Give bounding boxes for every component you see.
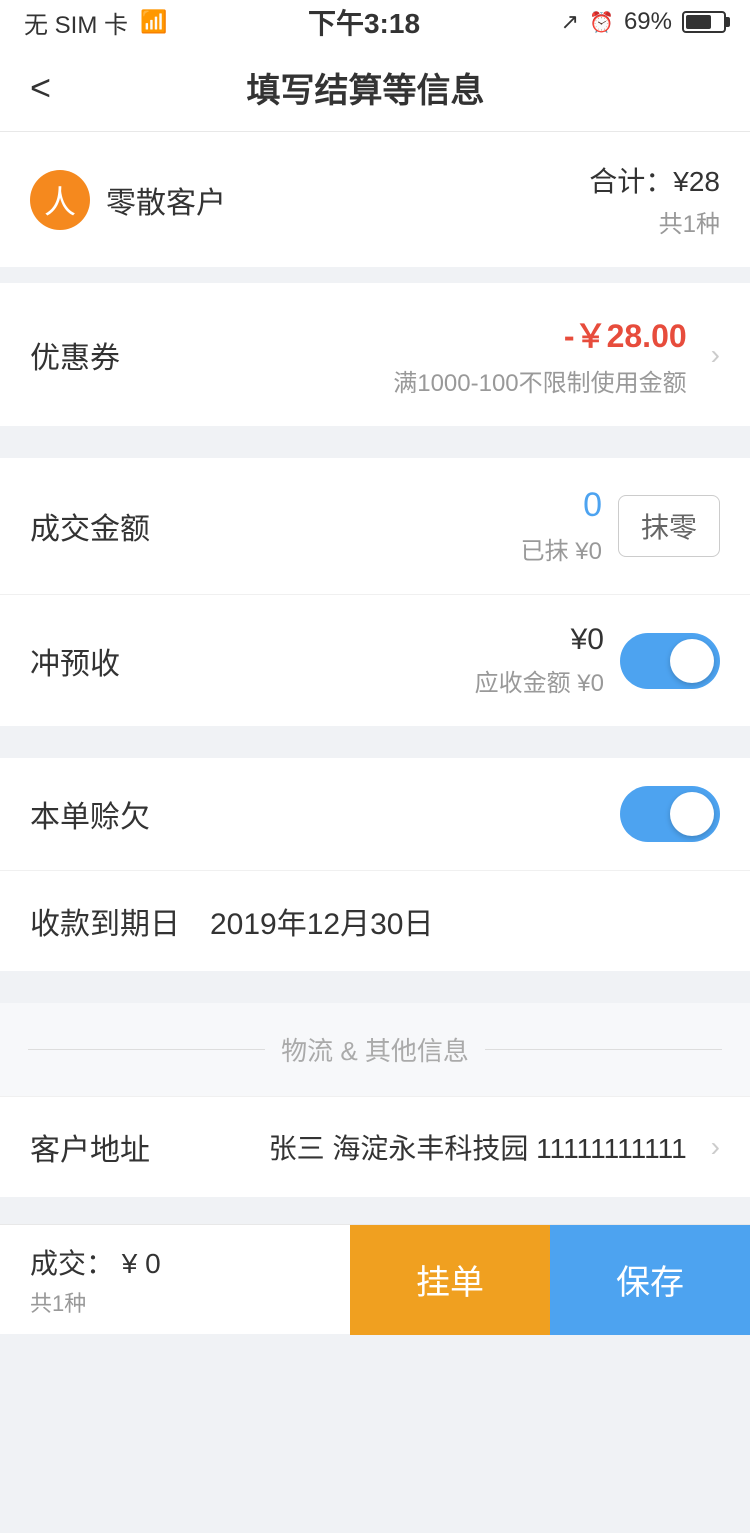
debt-right	[620, 786, 720, 842]
address-row[interactable]: 客户地址 张三 海淀永丰科技园 11111111111 ›	[0, 1096, 750, 1197]
customer-section: 人 零散客户 合计：¥28 共1种	[0, 132, 750, 267]
due-date-row[interactable]: 收款到期日 2019年12月30日	[0, 870, 750, 971]
bottom-trans: 成交： ¥ 0	[30, 1242, 320, 1282]
coupon-section[interactable]: 优惠券 -￥28.00 满1000-100不限制使用金额 ›	[0, 283, 750, 426]
transaction-row: 成交金额 0 已抹 ¥0 抹零	[0, 458, 750, 594]
prepay-label: 冲预收	[30, 639, 120, 683]
customer-row: 人 零散客户 合计：¥28 共1种	[0, 132, 750, 267]
battery-percent: 69%	[624, 8, 672, 36]
prepay-toggle[interactable]	[620, 633, 720, 689]
due-date-label: 收款到期日	[30, 899, 180, 943]
alarm-icon: ⏰	[589, 10, 614, 35]
carrier-text: 无 SIM 卡	[24, 5, 128, 40]
debt-toggle-knob	[670, 792, 714, 836]
back-button[interactable]: <	[30, 57, 71, 119]
status-bar: 无 SIM 卡 📶 下午3:18 ↗ ⏰ 69%	[0, 0, 750, 44]
transaction-right: 0 已抹 ¥0 抹零	[521, 486, 720, 566]
logistics-label: 物流 & 其他信息	[281, 1031, 469, 1068]
page-title: 填写结算等信息	[71, 63, 660, 112]
prepay-toggle-knob	[670, 639, 714, 683]
logistics-header: 物流 & 其他信息	[0, 1003, 750, 1096]
status-right: ↗ ⏰ 69%	[561, 8, 726, 36]
prepay-sub: 应收金额 ¥0	[475, 663, 604, 698]
prepay-right: ¥0 应收金额 ¥0	[475, 623, 720, 698]
bottom-trans-value: ¥ 0	[122, 1248, 161, 1279]
bottom-bar: 成交： ¥ 0 共1种 挂单 保存	[0, 1224, 750, 1334]
address-label: 客户地址	[30, 1125, 150, 1169]
divider-2	[0, 742, 750, 758]
coupon-discount: -￥28.00	[564, 311, 687, 357]
debt-section: 本单赊欠 收款到期日 2019年12月30日	[0, 758, 750, 971]
bottom-info: 成交： ¥ 0 共1种	[0, 1242, 350, 1318]
transaction-section: 成交金额 0 已抹 ¥0 抹零 冲预收 ¥0 应收金额 ¥0	[0, 458, 750, 726]
address-right: 张三 海淀永丰科技园 11111111111 ›	[269, 1127, 720, 1167]
address-chevron: ›	[711, 1131, 720, 1163]
transaction-value-col: 0 已抹 ¥0	[521, 486, 602, 566]
bottom-count: 共1种	[30, 1286, 320, 1318]
customer-count: 共1种	[589, 204, 720, 239]
save-button[interactable]: 保存	[550, 1225, 750, 1335]
prepay-row: 冲预收 ¥0 应收金额 ¥0	[0, 594, 750, 726]
customer-name: 零散客户	[106, 178, 226, 222]
coupon-right: -￥28.00 满1000-100不限制使用金额 ›	[393, 311, 720, 398]
nav-bar: < 填写结算等信息	[0, 44, 750, 132]
prepay-value-col: ¥0 应收金额 ¥0	[475, 623, 604, 698]
customer-right: 合计：¥28 共1种	[589, 160, 720, 239]
location-icon: ↗	[561, 9, 579, 35]
coupon-sub: 满1000-100不限制使用金额	[393, 363, 686, 398]
logistics-section: 物流 & 其他信息 客户地址 张三 海淀永丰科技园 11111111111 ›	[0, 1003, 750, 1197]
status-left: 无 SIM 卡 📶	[24, 5, 167, 40]
customer-left: 人 零散客户	[30, 170, 226, 230]
divider-1	[0, 442, 750, 458]
coupon-chevron: ›	[711, 339, 720, 371]
avatar-icon: 人	[44, 177, 76, 223]
divider-3	[0, 987, 750, 1003]
transaction-value: 0	[583, 486, 602, 525]
wifi-icon: 📶	[140, 9, 167, 35]
round-zero-button[interactable]: 抹零	[618, 495, 720, 557]
transaction-sub: 已抹 ¥0	[521, 531, 602, 566]
hold-button[interactable]: 挂单	[350, 1225, 550, 1335]
customer-avatar: 人	[30, 170, 90, 230]
prepay-value: ¥0	[571, 623, 604, 657]
debt-row: 本单赊欠	[0, 758, 750, 870]
debt-toggle[interactable]	[620, 786, 720, 842]
due-date-value: 2019年12月30日	[210, 899, 433, 943]
customer-total: 合计：¥28	[589, 160, 720, 200]
battery-icon	[682, 11, 726, 33]
coupon-label: 优惠券	[30, 333, 120, 377]
bottom-trans-label: 成交：	[30, 1248, 114, 1279]
address-value: 张三 海淀永丰科技园 11111111111	[269, 1127, 687, 1167]
coupon-value-col: -￥28.00 满1000-100不限制使用金额	[393, 311, 686, 398]
debt-label: 本单赊欠	[30, 792, 150, 836]
transaction-label: 成交金额	[30, 504, 150, 548]
status-time: 下午3:18	[308, 2, 420, 42]
coupon-row[interactable]: 优惠券 -￥28.00 满1000-100不限制使用金额 ›	[0, 283, 750, 426]
